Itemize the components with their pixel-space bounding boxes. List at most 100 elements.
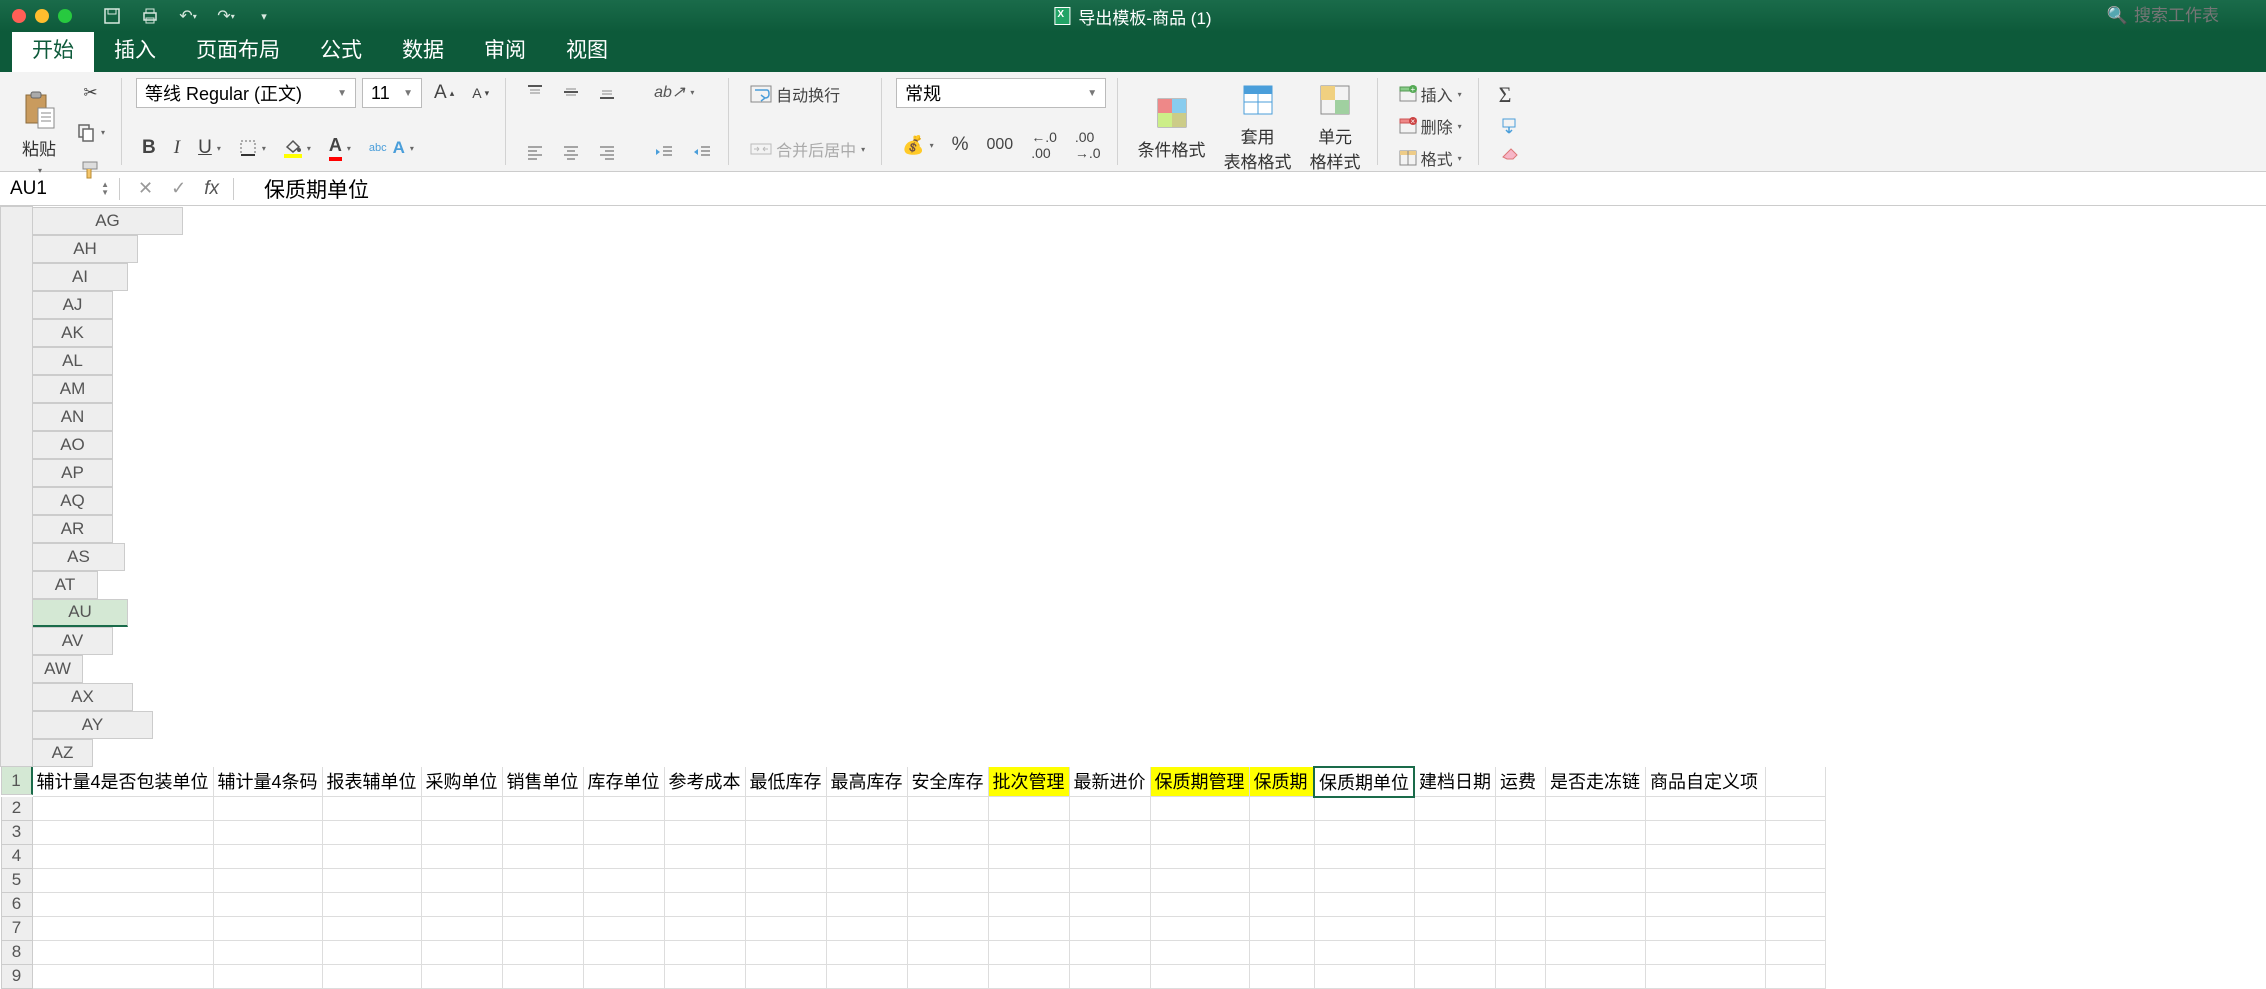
column-header-AP[interactable]: AP [33, 459, 113, 487]
cell-AS1[interactable]: 保质期管理 [1150, 767, 1249, 797]
cell-AS5[interactable] [1150, 869, 1249, 893]
cell-AK8[interactable] [502, 941, 583, 965]
autosum-button[interactable]: Σ [1493, 78, 1527, 112]
cell-AR2[interactable] [1069, 797, 1150, 821]
cancel-formula-button[interactable]: ✕ [138, 178, 153, 199]
cell-AI5[interactable] [322, 869, 421, 893]
cell-AJ2[interactable] [421, 797, 502, 821]
cell-AN8[interactable] [745, 941, 826, 965]
wrap-text-button[interactable]: 自动换行 [743, 78, 846, 110]
tab-数据[interactable]: 数据 [382, 26, 464, 72]
decrease-indent-button[interactable] [648, 139, 680, 165]
font-color-button[interactable]: A▾ [323, 131, 357, 165]
paste-dropdown[interactable]: ▾ [38, 166, 42, 175]
cell-AX8[interactable] [1546, 941, 1646, 965]
cell-AJ3[interactable] [421, 821, 502, 845]
cell-AL5[interactable] [583, 869, 664, 893]
cell-AU9[interactable] [1314, 965, 1414, 989]
cell-AO2[interactable] [826, 797, 907, 821]
cell-AV9[interactable] [1414, 965, 1496, 989]
cell-AK1[interactable]: 销售单位 [502, 767, 583, 797]
cell-AV1[interactable]: 建档日期 [1414, 767, 1496, 797]
cell-AQ9[interactable] [988, 965, 1069, 989]
cell-AZ5[interactable] [1766, 869, 1826, 893]
cell-AM4[interactable] [664, 845, 745, 869]
row-header-2[interactable]: 2 [1, 797, 33, 821]
italic-button[interactable]: I [168, 133, 186, 163]
cell-AN7[interactable] [745, 917, 826, 941]
cell-AN4[interactable] [745, 845, 826, 869]
tab-公式[interactable]: 公式 [300, 26, 382, 72]
minimize-window-button[interactable] [35, 9, 49, 23]
cell-AW6[interactable] [1496, 893, 1546, 917]
cell-AZ2[interactable] [1766, 797, 1826, 821]
cell-AV5[interactable] [1414, 869, 1496, 893]
cell-AU7[interactable] [1314, 917, 1414, 941]
border-button[interactable]: ▾ [233, 135, 272, 161]
cell-AI1[interactable]: 报表辅单位 [322, 767, 421, 797]
cell-AI3[interactable] [322, 821, 421, 845]
cell-AV3[interactable] [1414, 821, 1496, 845]
maximize-window-button[interactable] [58, 9, 72, 23]
cell-styles-button[interactable]: 单元 格样式 [1304, 78, 1367, 177]
cell-AP9[interactable] [907, 965, 988, 989]
print-icon[interactable] [140, 6, 160, 26]
cell-AY2[interactable] [1646, 797, 1766, 821]
cell-AO4[interactable] [826, 845, 907, 869]
fx-icon[interactable]: fx [204, 178, 234, 200]
font-size-combo[interactable]: 11▼ [362, 78, 422, 108]
column-header-AX[interactable]: AX [33, 683, 133, 711]
conditional-format-button[interactable]: 条件格式 [1132, 91, 1212, 165]
cell-AL4[interactable] [583, 845, 664, 869]
align-center-button[interactable] [556, 139, 586, 165]
cell-AS3[interactable] [1150, 821, 1249, 845]
percent-button[interactable]: % [946, 130, 975, 160]
cell-AM8[interactable] [664, 941, 745, 965]
cell-AP1[interactable]: 安全库存 [907, 767, 988, 797]
cell-AI8[interactable] [322, 941, 421, 965]
cell-AI6[interactable] [322, 893, 421, 917]
column-header-AZ[interactable]: AZ [33, 739, 93, 767]
column-header-AN[interactable]: AN [33, 403, 113, 431]
cell-AQ7[interactable] [988, 917, 1069, 941]
cell-AP8[interactable] [907, 941, 988, 965]
cell-AX1[interactable]: 是否走冻链 [1546, 767, 1646, 797]
cell-AT6[interactable] [1249, 893, 1314, 917]
cell-AO6[interactable] [826, 893, 907, 917]
cell-AU4[interactable] [1314, 845, 1414, 869]
tab-审阅[interactable]: 审阅 [464, 26, 546, 72]
cell-AM2[interactable] [664, 797, 745, 821]
select-all-corner[interactable] [1, 207, 33, 767]
cell-AJ8[interactable] [421, 941, 502, 965]
cell-AS9[interactable] [1150, 965, 1249, 989]
cell-AX2[interactable] [1546, 797, 1646, 821]
cell-AI4[interactable] [322, 845, 421, 869]
fill-color-button[interactable]: ▾ [278, 135, 317, 162]
cell-AT2[interactable] [1249, 797, 1314, 821]
name-box-spinner[interactable]: ▲▼ [101, 181, 109, 197]
name-box[interactable]: AU1 ▲▼ [0, 178, 120, 200]
font-name-combo[interactable]: 等线 Regular (正文)▼ [136, 78, 356, 108]
increase-font-button[interactable]: A▴ [428, 78, 460, 108]
qat-customize-icon[interactable]: ▾ [254, 6, 274, 26]
row-header-5[interactable]: 5 [1, 869, 33, 893]
column-header-AO[interactable]: AO [33, 431, 113, 459]
align-right-button[interactable] [592, 139, 622, 165]
column-header-AQ[interactable]: AQ [33, 487, 113, 515]
cell-AH1[interactable]: 辅计量4条码 [213, 767, 322, 797]
cell-AH7[interactable] [213, 917, 322, 941]
cell-AW9[interactable] [1496, 965, 1546, 989]
cell-AX6[interactable] [1546, 893, 1646, 917]
cell-AQ3[interactable] [988, 821, 1069, 845]
row-header-7[interactable]: 7 [1, 917, 33, 941]
comma-button[interactable]: 000 [980, 132, 1019, 158]
cell-AG4[interactable] [33, 845, 214, 869]
cell-AY5[interactable] [1646, 869, 1766, 893]
cell-AI7[interactable] [322, 917, 421, 941]
cell-AU5[interactable] [1314, 869, 1414, 893]
cell-AW5[interactable] [1496, 869, 1546, 893]
cell-AK7[interactable] [502, 917, 583, 941]
cell-AH3[interactable] [213, 821, 322, 845]
column-header-AI[interactable]: AI [33, 263, 128, 291]
clear-button[interactable] [1493, 139, 1527, 165]
